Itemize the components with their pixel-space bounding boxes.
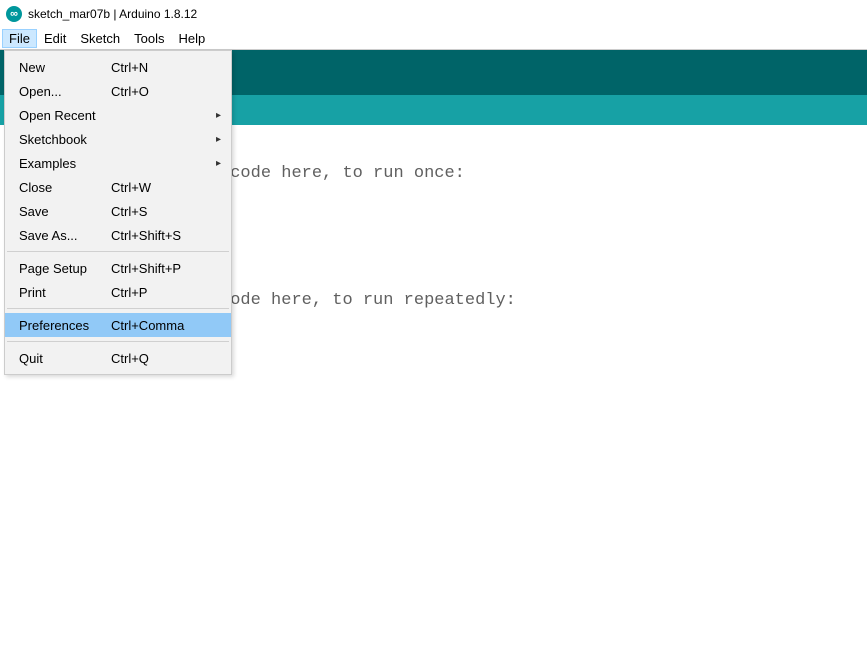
window-title: sketch_mar07b | Arduino 1.8.12	[28, 7, 197, 21]
menu-label: Save As...	[19, 228, 111, 243]
menu-shortcut: Ctrl+Comma	[111, 318, 184, 333]
menu-item-quit[interactable]: Quit Ctrl+Q	[5, 346, 231, 370]
menu-shortcut: Ctrl+N	[111, 60, 148, 75]
menu-item-new[interactable]: New Ctrl+N	[5, 55, 231, 79]
submenu-arrow-icon: ▸	[216, 134, 221, 145]
menu-label: Save	[19, 204, 111, 219]
menu-shortcut: Ctrl+O	[111, 84, 149, 99]
submenu-arrow-icon: ▸	[216, 158, 221, 169]
menu-shortcut: Ctrl+W	[111, 180, 151, 195]
menu-label: Preferences	[19, 318, 111, 333]
menu-label: Examples	[19, 156, 111, 171]
submenu-arrow-icon: ▸	[216, 110, 221, 121]
menu-shortcut: Ctrl+Q	[111, 351, 149, 366]
menu-label: Page Setup	[19, 261, 111, 276]
menu-tools[interactable]: Tools	[127, 29, 171, 48]
file-dropdown: New Ctrl+N Open... Ctrl+O Open Recent ▸ …	[4, 50, 232, 375]
menu-bar: File Edit Sketch Tools Help	[0, 28, 867, 50]
arduino-icon	[6, 6, 22, 22]
menu-item-save[interactable]: Save Ctrl+S	[5, 199, 231, 223]
menu-shortcut: Ctrl+Shift+S	[111, 228, 181, 243]
menu-item-examples[interactable]: Examples ▸	[5, 151, 231, 175]
menu-label: Close	[19, 180, 111, 195]
menu-item-page-setup[interactable]: Page Setup Ctrl+Shift+P	[5, 256, 231, 280]
menu-item-open[interactable]: Open... Ctrl+O	[5, 79, 231, 103]
menu-shortcut: Ctrl+S	[111, 204, 147, 219]
menu-label: New	[19, 60, 111, 75]
menu-item-save-as[interactable]: Save As... Ctrl+Shift+S	[5, 223, 231, 247]
menu-label: Open Recent	[19, 108, 111, 123]
menu-label: Sketchbook	[19, 132, 111, 147]
menu-item-print[interactable]: Print Ctrl+P	[5, 280, 231, 304]
menu-label: Quit	[19, 351, 111, 366]
menu-shortcut: Ctrl+P	[111, 285, 147, 300]
menu-item-sketchbook[interactable]: Sketchbook ▸	[5, 127, 231, 151]
menu-file[interactable]: File	[2, 29, 37, 48]
menu-item-open-recent[interactable]: Open Recent ▸	[5, 103, 231, 127]
menu-item-preferences[interactable]: Preferences Ctrl+Comma	[5, 313, 231, 337]
menu-help[interactable]: Help	[171, 29, 212, 48]
menu-shortcut: Ctrl+Shift+P	[111, 261, 181, 276]
menu-sketch[interactable]: Sketch	[73, 29, 127, 48]
menu-label: Print	[19, 285, 111, 300]
menu-label: Open...	[19, 84, 111, 99]
menu-edit[interactable]: Edit	[37, 29, 73, 48]
menu-item-close[interactable]: Close Ctrl+W	[5, 175, 231, 199]
title-bar: sketch_mar07b | Arduino 1.8.12	[0, 0, 867, 28]
